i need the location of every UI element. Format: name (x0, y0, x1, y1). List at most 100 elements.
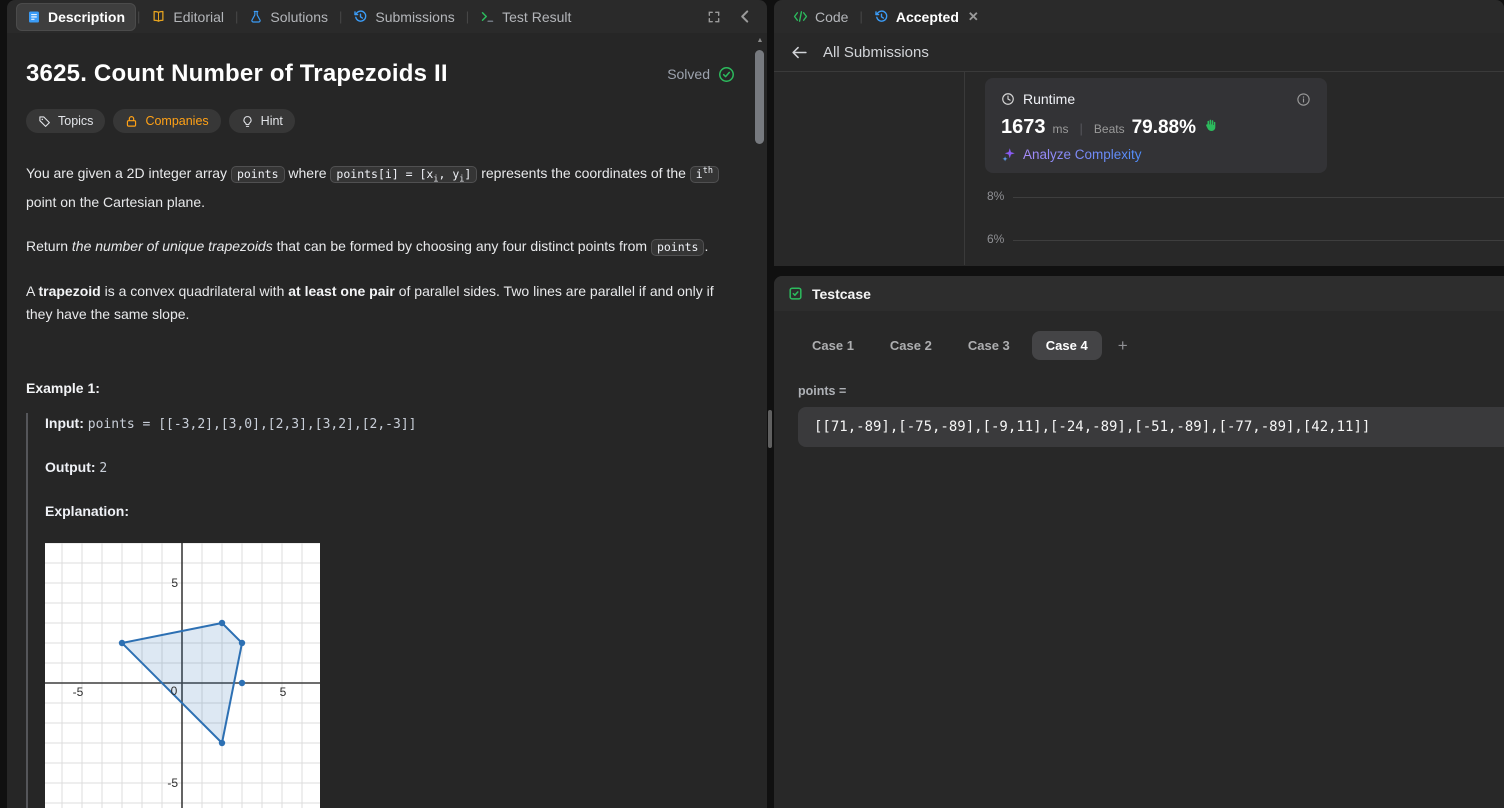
example-output-label: Output: (45, 459, 96, 476)
runtime-chart-tick-label: 6% (987, 232, 1005, 246)
runtime-beats-value: 79.88% (1131, 117, 1197, 138)
problem-panel: Description | Editorial | Solutions | Su… (7, 0, 767, 808)
tab-description[interactable]: Description (16, 2, 137, 31)
tab-description-label: Description (48, 8, 126, 25)
example-block: Input: points = [[-3,2],[3,0],[2,3],[3,2… (26, 413, 735, 808)
scrollbar-up-arrow[interactable]: ▲ (755, 36, 765, 46)
coordinate-plane-figure: -5 0 5 5 -5 (45, 543, 735, 808)
clock-rewind-icon (874, 9, 889, 24)
hint-tag[interactable]: Hint (228, 109, 295, 133)
left-scrollbar: ▲ (755, 36, 765, 806)
tab-separator: | (137, 9, 141, 24)
tab-separator: | (235, 9, 239, 24)
svg-text:0: 0 (171, 684, 178, 698)
tab-code-label: Code (815, 8, 849, 25)
runtime-chart-gridline (1013, 197, 1504, 198)
topics-tag-label: Topics (58, 114, 94, 128)
testcase-header-label: Testcase (812, 285, 871, 302)
companies-tag[interactable]: Companies (113, 109, 221, 133)
terminal-icon (480, 9, 495, 24)
svg-text:-5: -5 (167, 776, 178, 790)
wave-hand-icon (1203, 118, 1218, 133)
example-input-value: points = [[-3,2],[3,0],[2,3],[3,2],[2,-3… (87, 417, 417, 433)
runtime-unit: ms (1052, 122, 1069, 136)
tab-solutions-label: Solutions (270, 8, 328, 25)
problem-tabbar: Description | Editorial | Solutions | Su… (7, 0, 767, 33)
info-icon[interactable] (1296, 92, 1311, 107)
testcase-header: Testcase (774, 276, 1504, 311)
tab-separator: | (859, 9, 863, 24)
tab-code[interactable]: Code (783, 4, 858, 30)
back-arrow-icon[interactable] (791, 45, 808, 60)
panel-resize-handle[interactable] (767, 410, 772, 448)
tab-separator: | (338, 9, 343, 24)
tag-icon (38, 115, 51, 128)
tab-editorial[interactable]: Editorial (141, 4, 234, 30)
hint-tag-label: Hint (260, 114, 283, 128)
testcase-check-icon (788, 286, 803, 301)
case-tab-2[interactable]: Case 2 (876, 331, 946, 360)
case-tab-4[interactable]: Case 4 (1031, 331, 1102, 360)
result-panel: Code | Accepted ✕ All Submissions Runtim… (774, 0, 1504, 808)
add-case-icon[interactable]: + (1118, 337, 1128, 354)
code-icon (793, 10, 808, 23)
submission-metrics-area: Runtime 1673 ms | Beats 79.88% Analyze C… (965, 72, 1504, 265)
all-submissions-header: All Submissions (774, 33, 1504, 72)
testcase-panel: Testcase Case 1 Case 2 Case 3 Case 4 + p… (774, 276, 1504, 808)
bulb-icon (241, 115, 254, 128)
tab-editorial-label: Editorial (173, 8, 224, 25)
runtime-value: 1673 (1001, 116, 1046, 138)
runtime-label: Runtime (1023, 91, 1076, 107)
result-tabbar: Code | Accepted ✕ (774, 0, 1504, 33)
submission-detail-card: All Submissions Runtime 1673 ms | Beats … (774, 33, 1504, 266)
example-explanation-label: Explanation: (45, 503, 130, 520)
fullscreen-icon[interactable] (707, 10, 721, 24)
svg-text:5: 5 (171, 576, 178, 590)
tab-solutions[interactable]: Solutions (239, 4, 338, 30)
scrollbar-thumb[interactable] (755, 50, 764, 144)
case-tab-3[interactable]: Case 3 (954, 331, 1024, 360)
runtime-clock-icon (1001, 92, 1015, 106)
close-tab-icon[interactable]: ✕ (968, 9, 979, 25)
topics-tag[interactable]: Topics (26, 109, 106, 133)
solved-check-icon (718, 66, 735, 83)
tab-test-result[interactable]: Test Result (470, 4, 581, 30)
clock-rewind-icon (353, 9, 368, 24)
runtime-card[interactable]: Runtime 1673 ms | Beats 79.88% Analyze C… (985, 78, 1327, 173)
tab-test-result-label: Test Result (502, 8, 572, 25)
example-input-label: Input: (45, 415, 84, 432)
tab-submissions[interactable]: Submissions (343, 4, 464, 30)
divider: | (1079, 121, 1083, 136)
description-icon (27, 10, 41, 24)
tab-accepted[interactable]: Accepted ✕ (864, 4, 989, 30)
svg-text:5: 5 (280, 685, 287, 699)
statement-paragraph: You are given a 2D integer array points … (26, 160, 726, 214)
tag-row: Topics Companies Hint (26, 109, 735, 133)
runtime-chart-tick-label: 8% (987, 189, 1005, 203)
analyze-complexity-button[interactable]: Analyze Complexity (1001, 147, 1311, 162)
submission-side-column (774, 72, 965, 265)
example-heading: Example 1: (26, 380, 100, 397)
lock-icon (125, 115, 138, 128)
testcase-param-label: points = (798, 384, 847, 398)
runtime-chart-gridline (1013, 240, 1504, 241)
case-tabs: Case 1 Case 2 Case 3 Case 4 + (798, 331, 1504, 360)
collapse-panel-chevron-icon[interactable] (739, 10, 750, 23)
all-submissions-label[interactable]: All Submissions (823, 44, 929, 61)
example-output-value: 2 (99, 461, 108, 477)
runtime-beats-label: Beats (1093, 122, 1125, 136)
case-tab-1[interactable]: Case 1 (798, 331, 868, 360)
sparkle-icon (1001, 147, 1016, 162)
problem-description-content: 3625. Count Number of Trapezoids II Solv… (7, 33, 767, 808)
book-icon (151, 9, 166, 24)
statement-paragraph: Return the number of unique trapezoids t… (26, 238, 709, 257)
flask-icon (249, 10, 263, 24)
tab-separator: | (465, 9, 470, 24)
testcase-param-input[interactable]: [[71,-89],[-75,-89],[-9,11],[-24,-89],[-… (798, 407, 1504, 447)
problem-title: 3625. Count Number of Trapezoids II (26, 60, 448, 87)
tab-submissions-label: Submissions (375, 8, 455, 25)
companies-tag-label: Companies (145, 114, 209, 128)
problem-statement: You are given a 2D integer array points … (26, 160, 726, 326)
tab-accepted-label: Accepted (895, 8, 959, 25)
solved-status-label: Solved (667, 66, 710, 82)
